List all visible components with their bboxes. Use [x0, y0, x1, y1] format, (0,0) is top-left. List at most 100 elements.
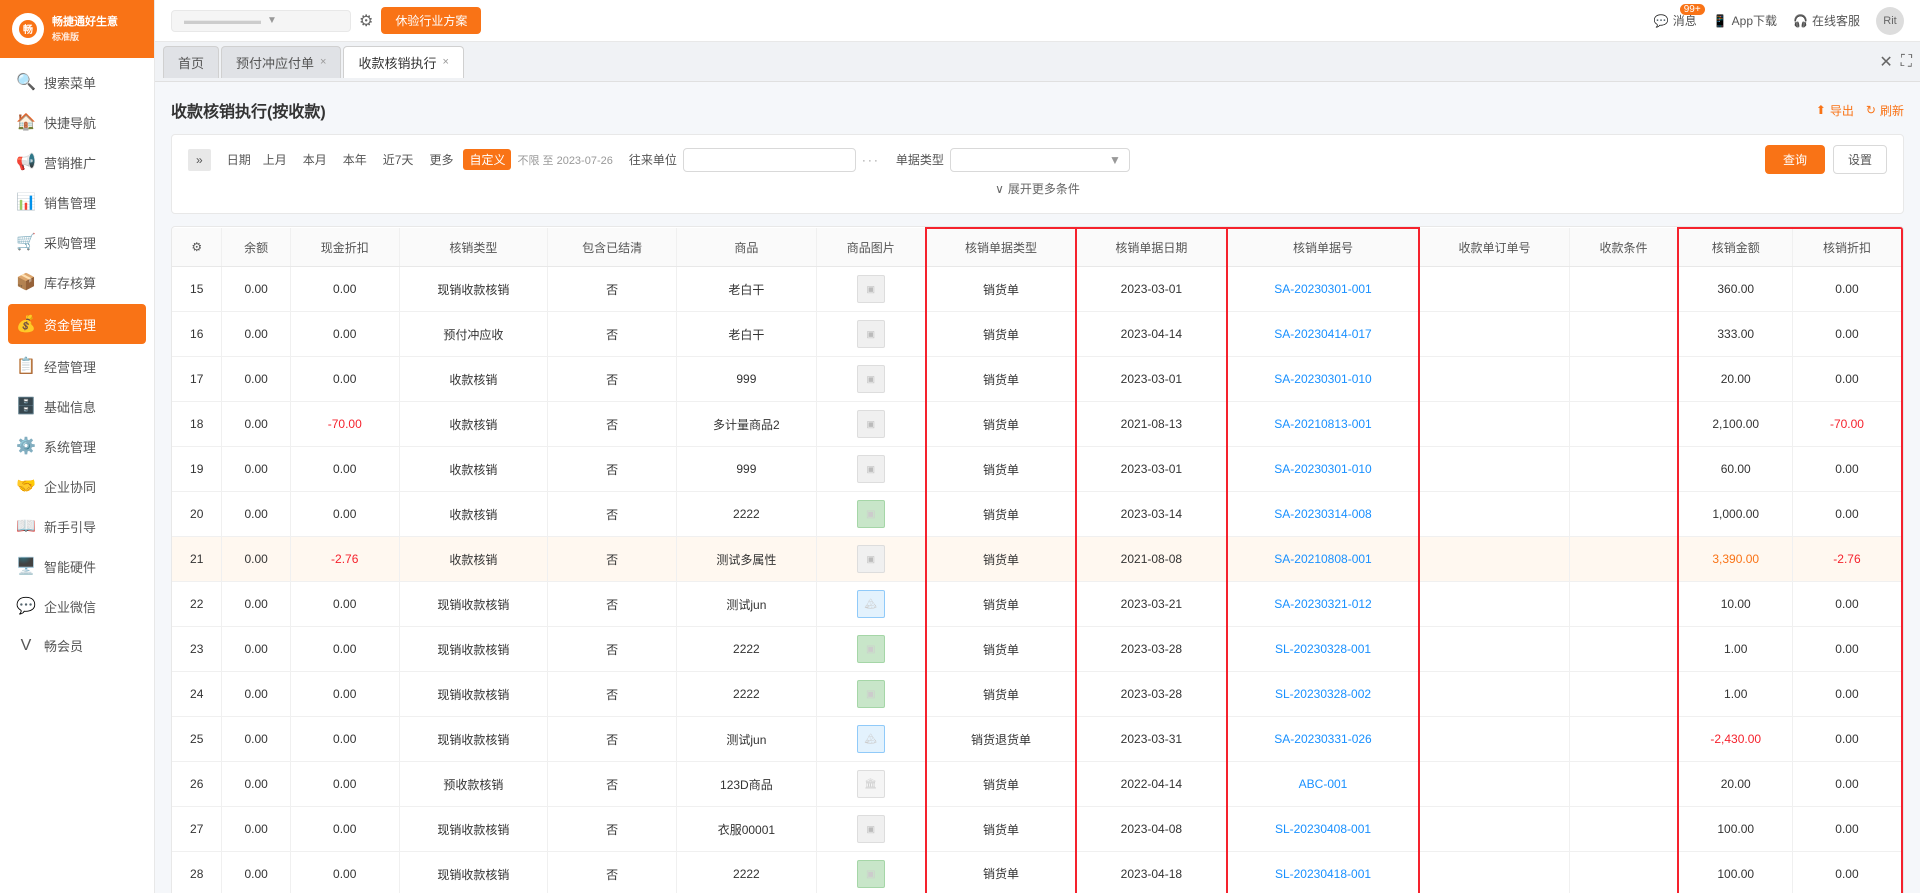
bill-no-link[interactable]: SL-20230418-001: [1275, 867, 1371, 881]
product-image: ▣: [857, 365, 885, 393]
bill-type-label: 单据类型: [896, 151, 944, 168]
table-row: 150.000.00现销收款核销否老白干▣销货单2023-03-01SA-202…: [172, 267, 1902, 312]
bill-no-link[interactable]: SA-20230331-026: [1274, 732, 1371, 746]
table-row: 220.000.00现销收款核销否测试jun🏔销货单2023-03-21SA-2…: [172, 582, 1902, 627]
bill-no-link[interactable]: SL-20230328-001: [1275, 642, 1371, 656]
sidebar-icon-finance: 💰: [16, 314, 36, 334]
th-balance: 余额: [222, 228, 291, 267]
topbar-gear-icon[interactable]: ⚙: [359, 11, 373, 31]
query-button[interactable]: 查询: [1765, 145, 1825, 174]
th-bill_date: 核销单据日期: [1076, 228, 1226, 267]
date-more[interactable]: 更多: [423, 149, 459, 170]
topbar: ▬▬▬▬▬▬▬ ▼ ⚙ 休验行业方案 💬 消息 99+ 📱 App下载 🎧 在线…: [155, 0, 1920, 42]
bill-no-link[interactable]: SA-20230301-010: [1274, 462, 1371, 476]
sidebar-item-business[interactable]: 📋经营管理: [0, 346, 154, 386]
sidebar-icon-system: ⚙️: [16, 436, 36, 456]
app-icon: 📱: [1713, 14, 1728, 28]
topbar-search-box[interactable]: ▬▬▬▬▬▬▬ ▼: [171, 10, 351, 32]
table-header-row: ⚙余额现金折扣核销类型包含已结清商品商品图片核销单据类型核销单据日期核销单据号收…: [172, 228, 1902, 267]
sidebar-item-wechat[interactable]: 💬企业微信: [0, 586, 154, 626]
export-button[interactable]: ⬆ 导出: [1816, 102, 1854, 119]
date-7days[interactable]: 近7天: [377, 149, 420, 170]
product-image: ▣: [857, 815, 885, 843]
sidebar-item-guide[interactable]: 📖新手引导: [0, 506, 154, 546]
sidebar-item-sales[interactable]: 📊 销售管理: [0, 182, 154, 222]
sidebar-label-inventory: 库存核算: [44, 273, 96, 292]
bill-no-link[interactable]: SL-20230328-002: [1275, 687, 1371, 701]
th-writeoff_amount: 核销金额: [1678, 228, 1792, 267]
sidebar-icon-wechat: 💬: [16, 596, 36, 616]
table-row: 230.000.00现销收款核销否2222▣销货单2023-03-28SL-20…: [172, 627, 1902, 672]
tab-prepaid[interactable]: 预付冲应付单×: [221, 46, 341, 78]
sidebar-item-purchase[interactable]: 🛒采购管理: [0, 222, 154, 262]
sidebar-label-hardware: 智能硬件: [44, 557, 96, 576]
date-last-month[interactable]: 上月: [257, 149, 293, 170]
tab-close-prepaid[interactable]: ×: [320, 56, 326, 68]
logo-icon: 畅: [12, 13, 44, 45]
bill-no-link[interactable]: SA-20230414-017: [1274, 327, 1371, 341]
bill-no-link[interactable]: SA-20230314-008: [1274, 507, 1371, 521]
tab-label-home: 首页: [178, 53, 204, 72]
sidebar-label-search: 搜索菜单: [44, 73, 96, 92]
sidebar-item-marketing[interactable]: 📢营销推广: [0, 142, 154, 182]
date-this-year[interactable]: 本年: [337, 149, 373, 170]
table-row: 160.000.00预付冲应收否老白干▣销货单2023-04-14SA-2023…: [172, 312, 1902, 357]
table-row: 270.000.00现销收款核销否衣服00001▣销货单2023-04-08SL…: [172, 807, 1902, 852]
sidebar-label-sales: 销售管理: [44, 193, 96, 212]
product-image: ▣: [857, 410, 885, 438]
bill-no-link[interactable]: SA-20230301-001: [1274, 282, 1371, 296]
content-area: 收款核销执行(按收款) ⬆ 导出 ↻ 刷新 » 日期: [155, 82, 1920, 893]
setting-button[interactable]: 设置: [1833, 145, 1887, 174]
close-tab-button[interactable]: ✕: [1879, 52, 1892, 72]
table-row: 170.000.00收款核销否999▣销货单2023-03-01SA-20230…: [172, 357, 1902, 402]
sidebar-item-hardware[interactable]: 🖥️ 智能硬件: [0, 546, 154, 586]
th-writeoff_discount: 核销折扣: [1792, 228, 1902, 267]
tab-writeoff[interactable]: 收款核销执行×: [343, 46, 463, 78]
svg-text:畅: 畅: [23, 23, 33, 36]
sidebar-icon-guide: 📖: [16, 516, 36, 536]
sidebar-item-quicknav[interactable]: 🏠快捷导航: [0, 102, 154, 142]
sidebar-icon-sales: 📊: [16, 192, 36, 212]
message-button[interactable]: 💬 消息 99+: [1654, 12, 1697, 29]
refresh-button[interactable]: ↻ 刷新: [1866, 102, 1904, 119]
page-title: 收款核销执行(按收款): [171, 98, 326, 122]
sidebar-item-enterprise[interactable]: 🤝企业协同: [0, 466, 154, 506]
maximize-button[interactable]: ⛶: [1901, 53, 1912, 71]
tab-home[interactable]: 首页: [163, 46, 219, 78]
table-row: 210.00-2.76收款核销否测试多属性▣销货单2021-08-08SA-20…: [172, 537, 1902, 582]
online-service-button[interactable]: 🎧 在线客服: [1793, 12, 1860, 29]
bill-no-link[interactable]: SA-20230301-010: [1274, 372, 1371, 386]
th-bill_type: 核销单据类型: [926, 228, 1076, 267]
sidebar-item-search[interactable]: 🔍搜索菜单: [0, 62, 154, 102]
date-range-info: 不限 至 2023-07-26: [517, 152, 612, 168]
solution-button[interactable]: 休验行业方案: [381, 7, 481, 34]
filter-expand-button[interactable]: »: [188, 149, 211, 171]
bill-no-link[interactable]: SA-20210813-001: [1274, 417, 1371, 431]
table-row: 260.000.00预收款核销否123D商品🏛销货单2022-04-14ABC-…: [172, 762, 1902, 807]
sidebar-label-business: 经营管理: [44, 357, 96, 376]
date-this-month[interactable]: 本月: [297, 149, 333, 170]
date-custom[interactable]: 自定义: [463, 149, 511, 170]
tab-close-writeoff[interactable]: ×: [442, 56, 448, 68]
bill-no-link[interactable]: SA-20210808-001: [1274, 552, 1371, 566]
th-product_img: 商品图片: [816, 228, 925, 267]
bill-no-link[interactable]: SA-20230321-012: [1274, 597, 1371, 611]
bill-no-link[interactable]: ABC-001: [1299, 777, 1348, 791]
sidebar-item-finance[interactable]: 💰资金管理: [8, 304, 146, 344]
app-download-button[interactable]: 📱 App下载: [1713, 12, 1777, 29]
sidebar-item-inventory[interactable]: 📦库存核算: [0, 262, 154, 302]
th-writeoff_type: 核销类型: [399, 228, 548, 267]
expand-more-button[interactable]: ∨ 展开更多条件: [188, 174, 1887, 203]
table-row: 200.000.00收款核销否2222▣销货单2023-03-14SA-2023…: [172, 492, 1902, 537]
user-avatar[interactable]: Rit: [1876, 7, 1904, 35]
sidebar-icon-hardware: 🖥️: [16, 556, 36, 576]
sidebar-item-vip[interactable]: V畅会员: [0, 626, 154, 665]
message-icon: 💬: [1654, 14, 1669, 28]
settings-icon: ⚙: [191, 240, 202, 254]
sidebar-item-base[interactable]: 🗄️基础信息: [0, 386, 154, 426]
counterpart-input[interactable]: [683, 148, 856, 172]
sidebar-item-system[interactable]: ⚙️系统管理: [0, 426, 154, 466]
bill-type-select[interactable]: ▼: [950, 148, 1130, 172]
table-row: 190.000.00收款核销否999▣销货单2023-03-01SA-20230…: [172, 447, 1902, 492]
bill-no-link[interactable]: SL-20230408-001: [1275, 822, 1371, 836]
